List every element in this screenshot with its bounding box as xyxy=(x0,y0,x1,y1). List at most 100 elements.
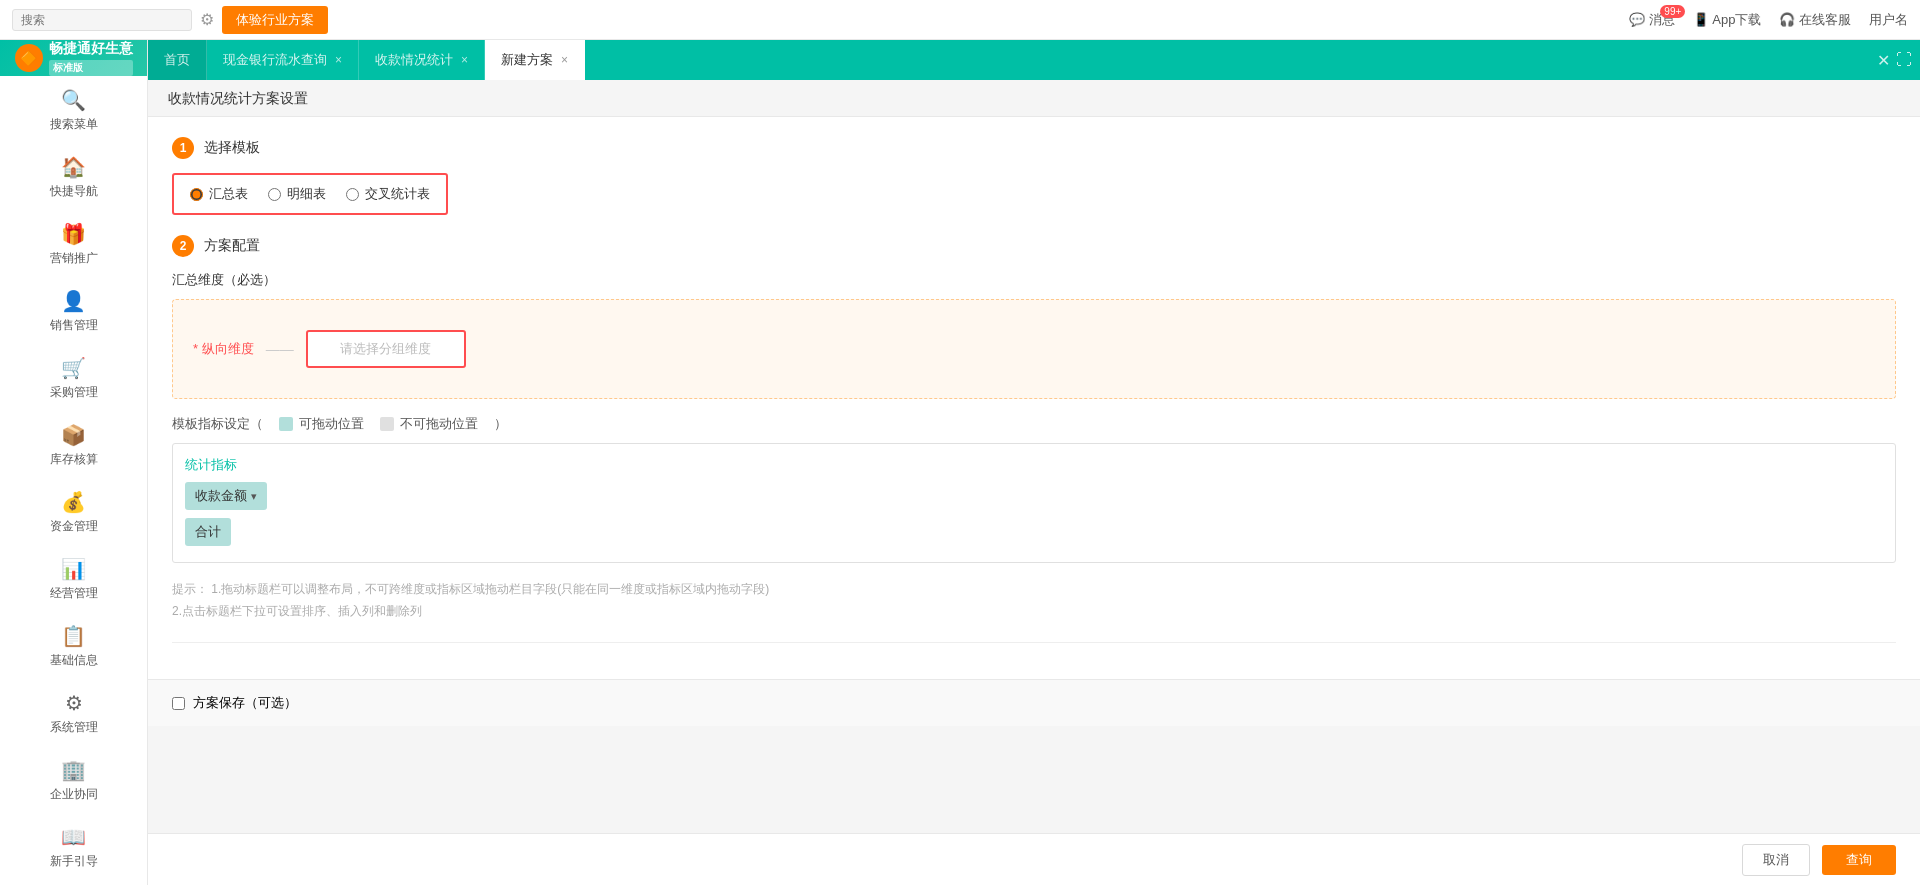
tip1: 提示： 1.拖动标题栏可以调整布局，不可跨维度或指标区域拖动栏目字段(只能在同一… xyxy=(172,579,1896,601)
main-layout: 🔶 畅捷通好生意 标准版 🔍 搜索菜单 🏠 快捷导航 🎁 营销推广 👤 销售管理… xyxy=(0,40,1920,885)
step2-number: 2 xyxy=(172,235,194,257)
step2-title: 方案配置 xyxy=(204,237,260,255)
sidebar-item-operation[interactable]: 📊 经营管理 xyxy=(0,545,147,612)
radio-summary-label: 汇总表 xyxy=(209,185,248,203)
radio-cross-input[interactable] xyxy=(346,188,359,201)
step1-number: 1 xyxy=(172,137,194,159)
tips-section: 提示： 1.拖动标题栏可以调整布局，不可跨维度或指标区域拖动栏目字段(只能在同一… xyxy=(172,579,1896,622)
indicator-subtag-total[interactable]: 合计 xyxy=(185,518,231,546)
search-menu-icon: 🔍 xyxy=(61,88,86,112)
cancel-button[interactable]: 取消 xyxy=(1742,844,1810,876)
step1-title: 选择模板 xyxy=(204,139,260,157)
download-icon: 📱 xyxy=(1693,12,1709,27)
sidebar-item-basic-info[interactable]: 📋 基础信息 xyxy=(0,612,147,679)
template-selection: 汇总表 明细表 交叉统计表 xyxy=(172,173,448,215)
sidebar-item-label: 快捷导航 xyxy=(50,183,98,200)
template-radio-group: 汇总表 明细表 交叉统计表 xyxy=(190,185,430,203)
scheme-config: 汇总维度（必选） * 纵向维度 —— 请选择分组维度 xyxy=(172,271,1896,622)
save-option: 方案保存（可选） xyxy=(148,679,1920,726)
enterprise-coop-icon: 🏢 xyxy=(61,758,86,782)
tab-bank-flow[interactable]: 现金银行流水查询 × xyxy=(207,40,359,80)
sidebar-item-label: 基础信息 xyxy=(50,652,98,669)
dimension-area: * 纵向维度 —— 请选择分组维度 xyxy=(172,299,1896,399)
step2-header: 2 方案配置 xyxy=(172,235,1896,257)
indicator-tag-receipt-amount[interactable]: 收款金额 ▾ xyxy=(185,482,267,510)
content-area: 首页 现金银行流水查询 × 收款情况统计 × 新建方案 × ✕ ⛶ 收款情况统计… xyxy=(148,40,1920,885)
legend-draggable-box xyxy=(279,417,293,431)
tab-bank-flow-close[interactable]: × xyxy=(335,53,342,67)
sidebar-item-smart-hardware[interactable]: 🖥 智能硬件 xyxy=(0,880,147,885)
tag-chevron-icon: ▾ xyxy=(251,490,257,503)
sidebar-item-inventory[interactable]: 📦 库存核算 xyxy=(0,411,147,478)
logo-text: 畅捷通好生意 xyxy=(49,40,133,58)
page-title-bar: 收款情况统计方案设置 xyxy=(148,80,1920,117)
tab-receipt-stats-label: 收款情况统计 xyxy=(375,51,453,69)
tab-new-scheme[interactable]: 新建方案 × xyxy=(485,40,585,80)
sidebar-item-search-menu[interactable]: 🔍 搜索菜单 xyxy=(0,76,147,143)
dimension-placeholder[interactable]: 请选择分组维度 xyxy=(306,330,466,368)
radio-detail-input[interactable] xyxy=(268,188,281,201)
sidebar-item-capital[interactable]: 💰 资金管理 xyxy=(0,478,147,545)
sidebar-item-label: 经营管理 xyxy=(50,585,98,602)
tab-close-all-icon[interactable]: ✕ xyxy=(1877,51,1890,70)
sidebar-item-sales[interactable]: 👤 销售管理 xyxy=(0,277,147,344)
query-button[interactable]: 查询 xyxy=(1822,845,1896,875)
tab-receipt-stats-close[interactable]: × xyxy=(461,53,468,67)
vertical-dimension-label: * 纵向维度 xyxy=(193,340,254,358)
save-option-checkbox[interactable] xyxy=(172,697,185,710)
sidebar-item-enterprise-coop[interactable]: 🏢 企业协同 xyxy=(0,746,147,813)
tab-expand-icon[interactable]: ⛶ xyxy=(1896,51,1912,69)
newcomer-icon: 📖 xyxy=(61,825,86,849)
sidebar-item-purchase[interactable]: 🛒 采购管理 xyxy=(0,344,147,411)
sidebar-item-label: 搜索菜单 xyxy=(50,116,98,133)
sidebar-item-marketing[interactable]: 🎁 营销推广 xyxy=(0,210,147,277)
operation-icon: 📊 xyxy=(61,557,86,581)
sidebar-logo: 🔶 畅捷通好生意 标准版 xyxy=(0,40,147,76)
indicator-area: 统计指标 收款金额 ▾ 合计 xyxy=(172,443,1896,563)
subtag-total-label: 合计 xyxy=(195,523,221,541)
sidebar-item-label: 新手引导 xyxy=(50,853,98,870)
system-icon: ⚙ xyxy=(65,691,83,715)
trial-btn[interactable]: 体验行业方案 xyxy=(222,6,328,34)
tab-receipt-stats[interactable]: 收款情况统计 × xyxy=(359,40,485,80)
download-area[interactable]: 📱 App下载 xyxy=(1693,11,1761,29)
sidebar-item-label: 企业协同 xyxy=(50,786,98,803)
radio-cross[interactable]: 交叉统计表 xyxy=(346,185,430,203)
tab-bar: 首页 现金银行流水查询 × 收款情况统计 × 新建方案 × ✕ ⛶ xyxy=(148,40,1920,80)
marketing-icon: 🎁 xyxy=(61,222,86,246)
sidebar-item-newcomer[interactable]: 📖 新手引导 xyxy=(0,813,147,880)
indicator-header-close: ） xyxy=(494,415,507,433)
legend-non-draggable: 不可拖动位置 xyxy=(380,415,478,433)
tab-new-scheme-close[interactable]: × xyxy=(561,53,568,67)
indicator-category-label: 统计指标 xyxy=(185,456,1883,474)
service-icon: 🎧 xyxy=(1779,12,1795,27)
notification-area[interactable]: 💬 消息 99+ xyxy=(1629,11,1675,29)
radio-detail[interactable]: 明细表 xyxy=(268,185,326,203)
service-label: 在线客服 xyxy=(1799,12,1851,27)
quick-nav-icon: 🏠 xyxy=(61,155,86,179)
tab-home-label: 首页 xyxy=(164,51,190,69)
header-right: 💬 消息 99+ 📱 App下载 🎧 在线客服 用户名 xyxy=(1629,11,1908,29)
save-option-label: 方案保存（可选） xyxy=(193,694,297,712)
dimension-row: * 纵向维度 —— 请选择分组维度 xyxy=(193,330,1875,368)
step1-section: 1 选择模板 汇总表 明细表 xyxy=(172,137,1896,215)
footer-action-bar: 取消 查询 xyxy=(148,833,1920,885)
sidebar-item-system[interactable]: ⚙ 系统管理 xyxy=(0,679,147,746)
sidebar-item-label: 库存核算 xyxy=(50,451,98,468)
service-area[interactable]: 🎧 在线客服 xyxy=(1779,11,1851,29)
inventory-icon: 📦 xyxy=(61,423,86,447)
sidebar-item-label: 采购管理 xyxy=(50,384,98,401)
tab-home[interactable]: 首页 xyxy=(148,40,207,80)
radio-summary[interactable]: 汇总表 xyxy=(190,185,248,203)
user-name[interactable]: 用户名 xyxy=(1869,11,1908,29)
tab-bank-flow-label: 现金银行流水查询 xyxy=(223,51,327,69)
radio-summary-input[interactable] xyxy=(190,188,203,201)
sidebar-item-quick-nav[interactable]: 🏠 快捷导航 xyxy=(0,143,147,210)
search-input[interactable] xyxy=(12,9,192,31)
step2-section: 2 方案配置 汇总维度（必选） * 纵向维度 —— 请选择分组维度 xyxy=(172,235,1896,622)
logo-icon: 🔶 xyxy=(15,44,43,72)
gear-icon[interactable]: ⚙ xyxy=(200,10,214,29)
indicator-section: 模板指标设定（ 可拖动位置 不可拖动位置 ） xyxy=(172,415,1896,563)
tab-bar-actions: ✕ ⛶ xyxy=(1877,51,1920,70)
top-header: ⚙ 体验行业方案 💬 消息 99+ 📱 App下载 🎧 在线客服 用户名 xyxy=(0,0,1920,40)
